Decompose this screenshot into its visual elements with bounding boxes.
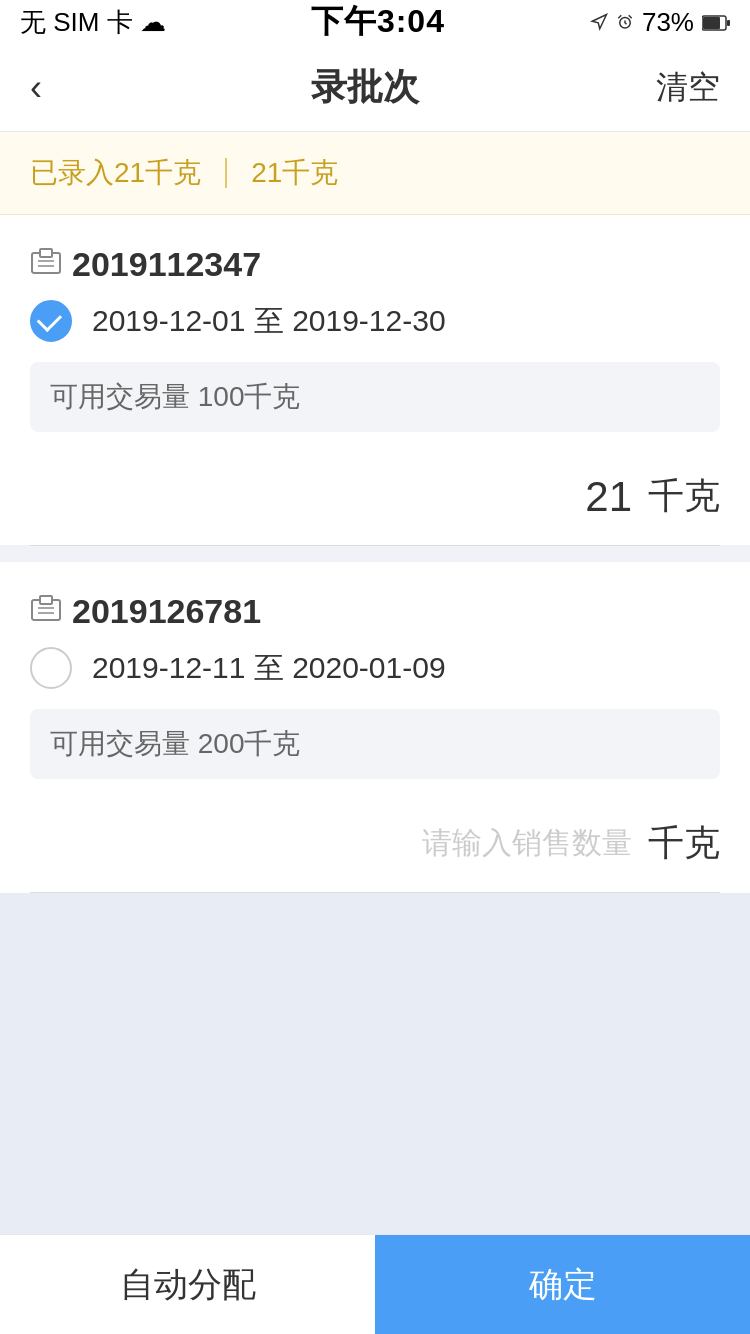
- total-qty: 21千克: [251, 154, 338, 192]
- no-sim-label: 无 SIM 卡 ☁: [20, 5, 166, 40]
- back-button[interactable]: ‹: [30, 67, 90, 109]
- bottom-bar: 自动分配 确定: [0, 1234, 750, 1334]
- auto-distribute-button[interactable]: 自动分配: [0, 1235, 375, 1334]
- empty-area: [0, 893, 750, 1293]
- svg-marker-0: [592, 14, 606, 28]
- page-title: 录批次: [311, 63, 419, 112]
- svg-rect-8: [40, 249, 52, 257]
- confirm-button[interactable]: 确定: [375, 1235, 750, 1334]
- batch-icon-1: [30, 246, 62, 283]
- batch-1-radio[interactable]: [30, 300, 72, 342]
- batch-1-id: 2019112347: [72, 245, 261, 284]
- status-bar: 无 SIM 卡 ☁ 下午3:04 73%: [0, 0, 750, 44]
- nav-bar: ‹ 录批次 清空: [0, 44, 750, 132]
- alarm-icon: [616, 7, 634, 38]
- batch-2-qty-row: 请输入销售数量 千克: [0, 803, 750, 892]
- batch-2-inner: 2019126781 2019-12-11 至 2020-01-09 可用交易量…: [0, 562, 750, 779]
- batch-2-id: 2019126781: [72, 592, 261, 631]
- location-icon: [590, 7, 608, 38]
- status-right: 73%: [590, 7, 730, 38]
- batch-2-date-row: 2019-12-11 至 2020-01-09: [30, 647, 720, 689]
- batch-1-unit: 千克: [648, 472, 720, 521]
- batch-2-unit: 千克: [648, 819, 720, 868]
- batch-1-qty-input[interactable]: [512, 473, 632, 521]
- status-time: 下午3:04: [311, 0, 445, 44]
- batch-1-date: 2019-12-01 至 2019-12-30: [92, 301, 446, 342]
- info-divider: [225, 158, 227, 188]
- batch-card-2: 2019126781 2019-12-11 至 2020-01-09 可用交易量…: [0, 562, 750, 893]
- batch-2-radio[interactable]: [30, 647, 72, 689]
- batch-1-available-qty: 可用交易量 100千克: [30, 362, 720, 432]
- clear-button[interactable]: 清空: [640, 66, 720, 110]
- svg-rect-5: [703, 17, 720, 29]
- batch-1-date-row: 2019-12-01 至 2019-12-30: [30, 300, 720, 342]
- batch-1-qty-row: 千克: [0, 456, 750, 545]
- battery-icon: [702, 7, 730, 38]
- section-divider: [0, 546, 750, 562]
- batch-2-header: 2019126781: [30, 592, 720, 631]
- svg-line-3: [629, 15, 632, 18]
- batch-1-header: 2019112347: [30, 245, 720, 284]
- recorded-qty: 已录入21千克: [30, 154, 201, 192]
- status-left: 无 SIM 卡 ☁: [20, 5, 166, 40]
- batch-icon-2: [30, 593, 62, 630]
- svg-rect-12: [40, 596, 52, 604]
- batch-2-date: 2019-12-11 至 2020-01-09: [92, 648, 446, 689]
- info-banner: 已录入21千克 21千克: [0, 132, 750, 215]
- batch-2-qty-placeholder: 请输入销售数量: [422, 823, 632, 864]
- battery-label: 73%: [642, 7, 694, 38]
- batch-2-available-qty: 可用交易量 200千克: [30, 709, 720, 779]
- svg-line-2: [618, 15, 621, 18]
- batch-card-1: 2019112347 2019-12-01 至 2019-12-30 可用交易量…: [0, 215, 750, 456]
- svg-rect-6: [727, 20, 730, 26]
